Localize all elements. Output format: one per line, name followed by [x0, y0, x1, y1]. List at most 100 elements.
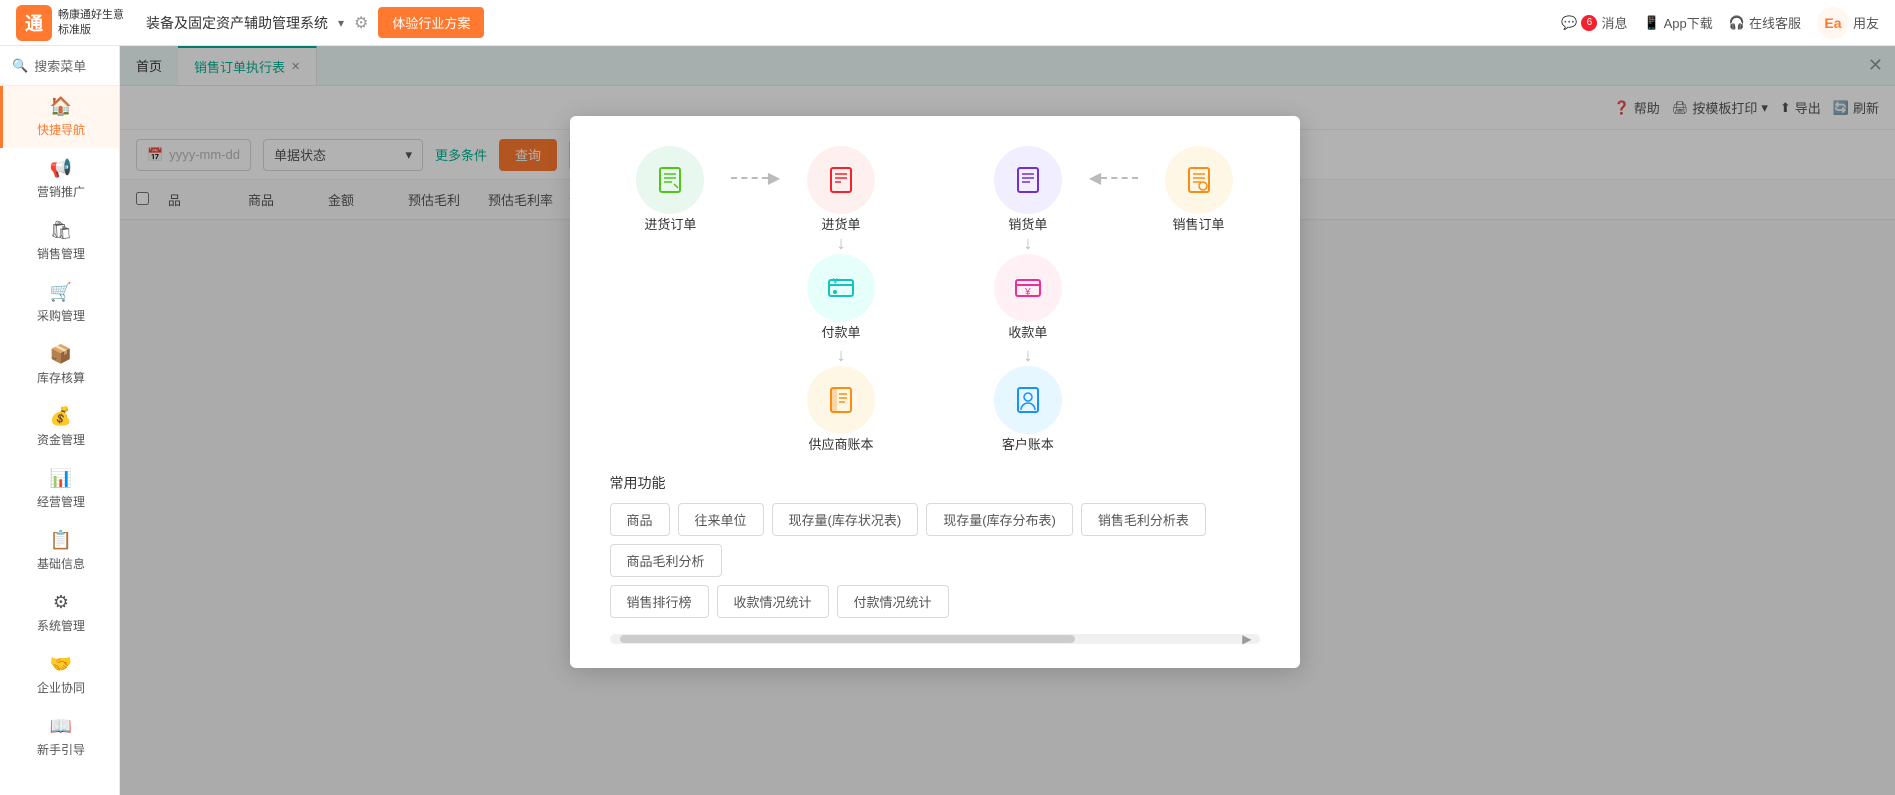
sidebar-item-label: 销售管理: [37, 245, 85, 262]
flow-sales-invoice: 销货单: [967, 146, 1089, 233]
svg-text:¥: ¥: [1024, 287, 1031, 298]
search-icon: 🔍: [12, 58, 28, 74]
user-avatar: Ea: [1817, 7, 1849, 39]
payment-circle[interactable]: ¥: [807, 254, 875, 322]
sidebar-item-system[interactable]: ⚙ 系统管理: [0, 582, 119, 644]
quick-nav-modal: 进货订单 ▶ 进货单: [570, 116, 1300, 668]
newbie-icon: 📖: [50, 716, 72, 737]
sidebar-item-finance[interactable]: 💰 资金管理: [0, 396, 119, 458]
flow-receipt: ¥ 收款单: [967, 254, 1089, 341]
sidebar-item-label: 经营管理: [37, 493, 85, 510]
func-btn-product[interactable]: 商品: [610, 503, 670, 536]
sidebar-item-label: 企业协同: [37, 679, 85, 696]
user-label: 用友: [1853, 13, 1879, 32]
func-btn-stock-status[interactable]: 现存量(库存状况表): [772, 503, 919, 536]
func-btn-parties[interactable]: 往来单位: [678, 503, 764, 536]
flow-purchase-order: 进货订单: [610, 146, 732, 233]
sidebar-item-enterprise[interactable]: 🤝 企业协同: [0, 644, 119, 706]
sidebar-item-label: 新手引导: [37, 741, 85, 758]
func-btn-product-margin[interactable]: 商品毛利分析: [610, 544, 722, 577]
header-right: 💬 6 消息 📱 App下载 🎧 在线客服 Ea 用友: [1561, 7, 1879, 39]
phone-icon: 📱: [1643, 15, 1659, 31]
trial-button[interactable]: 体验行业方案: [378, 7, 484, 38]
sales-invoice-label: 销货单: [1008, 214, 1047, 233]
purchase-order-label: 进货订单: [644, 214, 696, 233]
finance-icon: 💰: [50, 406, 72, 427]
func-btn-receipt-stats[interactable]: 收款情况统计: [717, 585, 829, 618]
header-center: 装备及固定资产辅助管理系统 ▾ ⚙ 体验行业方案: [136, 7, 1561, 38]
gear-icon[interactable]: ⚙: [354, 13, 368, 33]
marketing-icon: 📢: [50, 158, 72, 179]
inventory-icon: 📦: [50, 344, 72, 365]
sidebar-item-marketing[interactable]: 📢 营销推广: [0, 148, 119, 210]
main-layout: 🔍 搜索菜单 🏠 快捷导航 📢 营销推广 🛍 销售管理 🛒 采购管理 📦 库存核…: [0, 46, 1895, 795]
receipt-label: 收款单: [1008, 322, 1047, 341]
online-service-item[interactable]: 🎧 在线客服: [1729, 13, 1801, 32]
sales-icon: 🛍: [50, 220, 73, 241]
logo-icon: 通: [16, 5, 52, 41]
dropdown-arrow[interactable]: ▾: [338, 16, 344, 30]
search-menu-label: 搜索菜单: [34, 56, 86, 75]
flow-supplier-ledger: 供应商账本: [780, 366, 902, 453]
func-btn-payment-stats[interactable]: 付款情况统计: [837, 585, 949, 618]
message-count-badge: 6: [1581, 15, 1597, 31]
app-label: App下载: [1664, 13, 1713, 32]
receipt-circle[interactable]: ¥: [994, 254, 1062, 322]
flow-customer-ledger: 客户账本: [967, 366, 1089, 453]
sales-invoice-circle[interactable]: [994, 146, 1062, 214]
sidebar-item-purchase[interactable]: 🛒 采购管理: [0, 272, 119, 334]
sidebar-item-label: 采购管理: [37, 307, 85, 324]
sales-order-circle[interactable]: [1165, 146, 1233, 214]
sales-order-label: 销售订单: [1173, 214, 1225, 233]
logo-area: 通 畅康通好生意 标准版: [16, 5, 136, 41]
operation-icon: 📊: [50, 468, 72, 489]
system-icon: ⚙: [53, 592, 69, 613]
customer-ledger-label: 客户账本: [1002, 434, 1054, 453]
flow-sales-order: 销售订单: [1138, 146, 1260, 233]
sidebar-item-basic[interactable]: 📋 基础信息: [0, 520, 119, 582]
func-btn-sales-rank[interactable]: 销售排行榜: [610, 585, 709, 618]
supplier-ledger-circle[interactable]: [807, 366, 875, 434]
sidebar-item-inventory[interactable]: 📦 库存核算: [0, 334, 119, 396]
purchase-invoice-circle[interactable]: [807, 146, 875, 214]
basic-icon: 📋: [50, 530, 72, 551]
top-header: 通 畅康通好生意 标准版 装备及固定资产辅助管理系统 ▾ ⚙ 体验行业方案 💬 …: [0, 0, 1895, 46]
modal-overlay[interactable]: 进货订单 ▶ 进货单: [120, 46, 1895, 795]
sidebar-item-label: 营销推广: [37, 183, 85, 200]
message-icon: 💬: [1561, 15, 1577, 31]
enterprise-icon: 🤝: [50, 654, 72, 675]
common-functions: 常用功能 商品 往来单位 现存量(库存状况表) 现存量(库存分布表) 销售毛利分…: [610, 473, 1260, 618]
common-functions-title: 常用功能: [610, 473, 1260, 493]
scrollbar-right-arrow[interactable]: ▶: [1242, 632, 1251, 646]
func-buttons-row1: 商品 往来单位 现存量(库存状况表) 现存量(库存分布表) 销售毛利分析表 商品…: [610, 503, 1260, 577]
sidebar: 🔍 搜索菜单 🏠 快捷导航 📢 营销推广 🛍 销售管理 🛒 采购管理 📦 库存核…: [0, 46, 120, 795]
sidebar-item-newbie[interactable]: 📖 新手引导: [0, 706, 119, 768]
scrollbar-thumb[interactable]: [620, 635, 1075, 643]
payment-label: 付款单: [822, 322, 861, 341]
content-area: 首页 销售订单执行表 ✕ ✕ ❓ 帮助 🖨 按模板打印 ▾ ⬆ 导出: [120, 46, 1895, 795]
sidebar-item-label: 库存核算: [37, 369, 85, 386]
search-menu[interactable]: 🔍 搜索菜单: [0, 46, 119, 86]
service-label: 在线客服: [1749, 13, 1801, 32]
func-btn-sales-margin[interactable]: 销售毛利分析表: [1081, 503, 1206, 536]
func-buttons-row2: 销售排行榜 收款情况统计 付款情况统计: [610, 585, 1260, 618]
user-avatar-item[interactable]: Ea 用友: [1817, 7, 1879, 39]
message-item[interactable]: 💬 6 消息: [1561, 13, 1627, 32]
svg-text:¥: ¥: [832, 277, 838, 286]
customer-ledger-circle[interactable]: [994, 366, 1062, 434]
logo-text: 畅康通好生意 标准版: [58, 8, 124, 37]
purchase-invoice-label: 进货单: [822, 214, 861, 233]
purchase-icon: 🛒: [50, 282, 72, 303]
purchase-order-circle[interactable]: [636, 146, 704, 214]
sidebar-item-label: 快捷导航: [37, 121, 85, 138]
sidebar-item-sales[interactable]: 🛍 销售管理: [0, 210, 119, 272]
flow-payment: ¥ 付款单: [780, 254, 902, 341]
sidebar-item-operation[interactable]: 📊 经营管理: [0, 458, 119, 520]
modal-scrollbar[interactable]: ▶: [610, 634, 1260, 644]
system-title: 装备及固定资产辅助管理系统: [146, 13, 328, 33]
func-btn-stock-dist[interactable]: 现存量(库存分布表): [926, 503, 1073, 536]
home-icon: 🏠: [50, 96, 72, 117]
sidebar-item-quick[interactable]: 🏠 快捷导航: [0, 86, 119, 148]
app-download-item[interactable]: 📱 App下载: [1643, 13, 1712, 32]
supplier-ledger-label: 供应商账本: [809, 434, 874, 453]
